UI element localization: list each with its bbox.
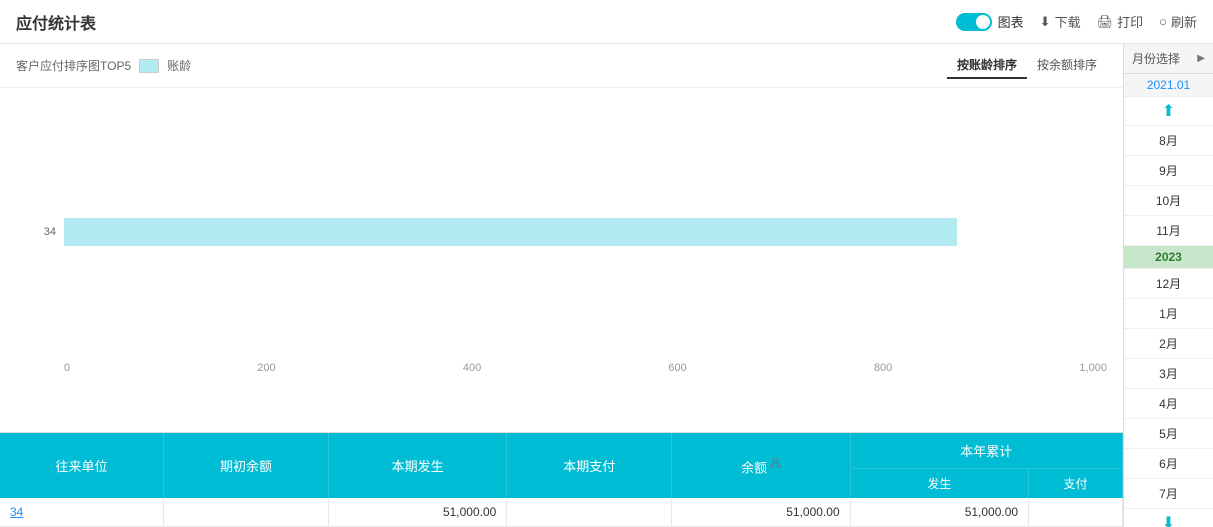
chart-section: 客户应付排序图TOP5 账龄 按账龄排序 按余额排序 34 — [0, 44, 1123, 527]
month-9[interactable]: 9月 — [1124, 156, 1213, 186]
sort-by-amount-button[interactable]: 按账龄排序 — [947, 52, 1027, 79]
chart-toggle[interactable] — [956, 13, 992, 31]
x-label-600: 600 — [668, 362, 686, 374]
download-button[interactable]: ⬇ 下载 — [1040, 12, 1081, 31]
month-12[interactable]: 12月 — [1124, 269, 1213, 299]
cell-ytd-payment — [1029, 498, 1123, 527]
page-header: 应付统计表 图表 ⬇ 下载 🖨 打印 ○ 刷新 — [0, 0, 1213, 44]
col-current-payment: 本期支付 — [507, 433, 672, 498]
print-icon: 🖨 — [1097, 14, 1114, 30]
chart-title-label: 客户应付排序图TOP5 — [16, 57, 131, 74]
cell-ytd-occurrence: 51,000.00 — [850, 498, 1028, 527]
table-row: 34 51,000.00 51,000.00 51,000.00 — [0, 498, 1123, 527]
col-ytd-payment: 支付 — [1029, 469, 1123, 499]
cell-vendor: 34 — [0, 498, 164, 527]
chart-toggle-label: 图表 — [998, 12, 1024, 31]
bar-container: 856天 — [64, 218, 1107, 246]
month-10[interactable]: 10月 — [1124, 186, 1213, 216]
x-label-0: 0 — [64, 362, 70, 374]
legend-box — [139, 59, 159, 73]
chart-legend: 客户应付排序图TOP5 账龄 — [16, 57, 191, 74]
x-label-400: 400 — [463, 362, 481, 374]
col-ytd-occurrence: 发生 — [850, 469, 1028, 499]
x-label-800: 800 — [874, 362, 892, 374]
refresh-button[interactable]: ○ 刷新 — [1159, 12, 1197, 31]
bar-fill — [64, 218, 957, 246]
month-11[interactable]: 11月 — [1124, 216, 1213, 246]
sidebar: 月份选择 ▶ 2021.01 ⬆ 8月 9月 10月 11月 2023 12月 … — [1123, 44, 1213, 527]
col-current-occurrence: 本期发生 — [328, 433, 506, 498]
chart-canvas: 34 856天 — [16, 98, 1107, 358]
month-select-label: 月份选择 — [1132, 50, 1180, 67]
x-label-200: 200 — [257, 362, 275, 374]
print-label: 打印 — [1117, 12, 1143, 31]
download-label: 下载 — [1055, 12, 1081, 31]
download-icon: ⬇ — [1040, 14, 1051, 30]
col-vendor: 往来单位 — [0, 433, 164, 498]
chart-toggle-wrap[interactable]: 图表 — [956, 12, 1024, 31]
bar-row: 34 856天 — [16, 218, 1107, 246]
balance-note: 凡 — [771, 459, 781, 470]
x-label-1000: 1,000 — [1079, 362, 1107, 374]
x-axis: 0 200 400 600 800 1,000 — [16, 358, 1107, 374]
month-3[interactable]: 3月 — [1124, 359, 1213, 389]
year-2023-marker: 2023 — [1124, 246, 1213, 269]
legend-label: 账龄 — [167, 57, 191, 74]
data-table: 往来单位 期初余额 本期发生 本期支付 余额 凡 本年累计 发生 — [0, 433, 1123, 527]
col-balance: 余额 凡 — [672, 433, 850, 498]
refresh-label: 刷新 — [1171, 12, 1197, 31]
cell-current-occurrence: 51,000.00 — [328, 498, 506, 527]
sort-by-balance-button[interactable]: 按余额排序 — [1027, 52, 1107, 79]
cell-balance: 51,000.00 — [672, 498, 850, 527]
nav-down-button[interactable]: ⬇ — [1124, 509, 1213, 527]
month-4[interactable]: 4月 — [1124, 389, 1213, 419]
main-area: 客户应付排序图TOP5 账龄 按账龄排序 按余额排序 34 — [0, 44, 1213, 527]
month-8[interactable]: 8月 — [1124, 126, 1213, 156]
col-ytd: 本年累计 — [850, 433, 1122, 469]
page-title: 应付统计表 — [16, 10, 96, 34]
header-actions: 图表 ⬇ 下载 🖨 打印 ○ 刷新 — [956, 12, 1197, 31]
chart-area: 34 856天 0 200 400 600 800 1,000 — [0, 88, 1123, 432]
chart-header: 客户应付排序图TOP5 账龄 按账龄排序 按余额排序 — [0, 44, 1123, 88]
vendor-link[interactable]: 34 — [10, 505, 23, 519]
month-2[interactable]: 2月 — [1124, 329, 1213, 359]
cell-opening-balance — [164, 498, 329, 527]
sort-buttons: 按账龄排序 按余额排序 — [947, 52, 1107, 79]
month-7[interactable]: 7月 — [1124, 479, 1213, 509]
cell-current-payment — [507, 498, 672, 527]
bar-id-label: 34 — [16, 226, 56, 238]
sidebar-collapse-icon[interactable]: ▶ — [1197, 53, 1205, 64]
col-opening-balance: 期初余额 — [164, 433, 329, 498]
refresh-icon: ○ — [1159, 14, 1167, 29]
sidebar-header: 月份选择 ▶ — [1124, 44, 1213, 74]
month-6[interactable]: 6月 — [1124, 449, 1213, 479]
nav-up-button[interactable]: ⬆ — [1124, 97, 1213, 126]
table-section: 往来单位 期初余额 本期发生 本期支付 余额 凡 本年累计 发生 — [0, 432, 1123, 527]
month-5[interactable]: 5月 — [1124, 419, 1213, 449]
month-1[interactable]: 1月 — [1124, 299, 1213, 329]
table-header-row: 往来单位 期初余额 本期发生 本期支付 余额 凡 本年累计 — [0, 433, 1123, 469]
current-period[interactable]: 2021.01 — [1124, 74, 1213, 97]
print-button[interactable]: 🖨 打印 — [1097, 12, 1144, 31]
